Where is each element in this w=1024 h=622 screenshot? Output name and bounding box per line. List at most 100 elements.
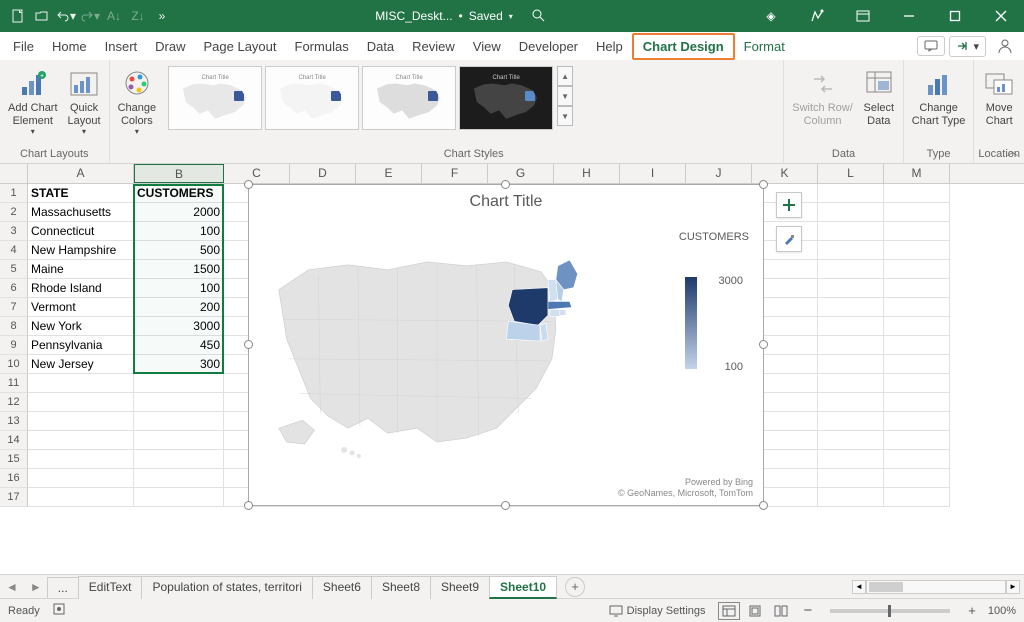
row-header-14[interactable]: 14 (0, 431, 28, 450)
cell-A8[interactable]: New York (28, 317, 134, 336)
resize-handle-tl[interactable] (244, 180, 253, 189)
col-header-B[interactable]: B (134, 164, 224, 183)
cell-A4[interactable]: New Hampshire (28, 241, 134, 260)
cell-L4[interactable] (818, 241, 884, 260)
cell-B7[interactable]: 200 (134, 298, 224, 317)
zoom-out[interactable]: − (804, 602, 813, 619)
cell-A2[interactable]: Massachusetts (28, 203, 134, 222)
col-header-E[interactable]: E (356, 164, 422, 183)
share-button[interactable]: ▾ (949, 36, 986, 57)
cell-M7[interactable] (884, 298, 950, 317)
add-chart-element-button[interactable]: + Add Chart Element ▾ (4, 66, 62, 138)
cell-M6[interactable] (884, 279, 950, 298)
add-sheet-button[interactable]: + (565, 577, 585, 597)
cell-B10[interactable]: 300 (134, 355, 224, 374)
maximize-button[interactable] (932, 0, 978, 32)
cell-B14[interactable] (134, 431, 224, 450)
tab-developer[interactable]: Developer (510, 35, 587, 58)
chart-style-3[interactable]: Chart Title (362, 66, 456, 130)
col-header-J[interactable]: J (686, 164, 752, 183)
resize-handle-bm[interactable] (501, 501, 510, 510)
col-header-D[interactable]: D (290, 164, 356, 183)
cell-M3[interactable] (884, 222, 950, 241)
sheet-tab-sheet9[interactable]: Sheet9 (430, 576, 490, 599)
cell-M1[interactable] (884, 184, 950, 203)
row-header-17[interactable]: 17 (0, 488, 28, 507)
zoom-slider[interactable] (830, 609, 950, 613)
cell-M16[interactable] (884, 469, 950, 488)
chart-style-2[interactable]: Chart Title (265, 66, 359, 130)
cell-A13[interactable] (28, 412, 134, 431)
tab-chart-design[interactable]: Chart Design (632, 33, 735, 60)
row-header-8[interactable]: 8 (0, 317, 28, 336)
cell-A5[interactable]: Maine (28, 260, 134, 279)
display-settings[interactable]: Display Settings (609, 605, 706, 617)
move-chart-button[interactable]: Move Chart (979, 66, 1019, 129)
ribbon-display-icon[interactable] (840, 0, 886, 32)
sheet-tab-sheet8[interactable]: Sheet8 (371, 576, 431, 599)
hscrollbar[interactable] (866, 580, 1006, 594)
search-icon[interactable] (531, 8, 545, 25)
change-chart-type-button[interactable]: Change Chart Type (908, 66, 970, 129)
sheet-tab-edittext[interactable]: EditText (78, 576, 143, 599)
cell-B17[interactable] (134, 488, 224, 507)
cell-A9[interactable]: Pennsylvania (28, 336, 134, 355)
col-header-C[interactable]: C (224, 164, 290, 183)
change-colors-button[interactable]: Change Colors ▾ (114, 66, 161, 138)
resize-handle-tm[interactable] (501, 180, 510, 189)
cell-L9[interactable] (818, 336, 884, 355)
col-header-I[interactable]: I (620, 164, 686, 183)
resize-handle-br[interactable] (759, 501, 768, 510)
cell-L6[interactable] (818, 279, 884, 298)
worksheet[interactable]: A B C D E F G H I J K L M 12345678910111… (0, 164, 1024, 574)
save-state[interactable]: Saved (469, 9, 503, 23)
row-header-4[interactable]: 4 (0, 241, 28, 260)
tab-insert[interactable]: Insert (96, 35, 147, 58)
resize-handle-tr[interactable] (759, 180, 768, 189)
row-header-7[interactable]: 7 (0, 298, 28, 317)
gallery-expand[interactable]: ▼ (557, 106, 573, 126)
cell-M5[interactable] (884, 260, 950, 279)
col-header-A[interactable]: A (28, 164, 134, 183)
cell-A16[interactable] (28, 469, 134, 488)
cell-A3[interactable]: Connecticut (28, 222, 134, 241)
row-header-15[interactable]: 15 (0, 450, 28, 469)
cell-L5[interactable] (818, 260, 884, 279)
chart-style-4[interactable]: Chart Title (459, 66, 553, 130)
cell-L3[interactable] (818, 222, 884, 241)
sheet-tab-overflow[interactable]: ... (47, 577, 79, 598)
cell-B16[interactable] (134, 469, 224, 488)
cell-L7[interactable] (818, 298, 884, 317)
row-header-12[interactable]: 12 (0, 393, 28, 412)
cell-B11[interactable] (134, 374, 224, 393)
row-header-6[interactable]: 6 (0, 279, 28, 298)
new-file-icon[interactable] (8, 6, 28, 26)
account-icon[interactable] (990, 34, 1020, 58)
col-header-M[interactable]: M (884, 164, 950, 183)
cell-B4[interactable]: 500 (134, 241, 224, 260)
cell-A6[interactable]: Rhode Island (28, 279, 134, 298)
col-header-H[interactable]: H (554, 164, 620, 183)
cell-M15[interactable] (884, 450, 950, 469)
sheet-nav-prev[interactable]: ◄ (0, 580, 24, 594)
close-button[interactable] (978, 0, 1024, 32)
cell-B12[interactable] (134, 393, 224, 412)
macro-record-icon[interactable] (52, 602, 66, 619)
cell-A10[interactable]: New Jersey (28, 355, 134, 374)
comments-button[interactable] (917, 36, 945, 56)
cell-M13[interactable] (884, 412, 950, 431)
cell-A17[interactable] (28, 488, 134, 507)
row-header-3[interactable]: 3 (0, 222, 28, 241)
cell-B5[interactable]: 1500 (134, 260, 224, 279)
hscroll-right[interactable]: ► (1006, 580, 1020, 594)
row-header-11[interactable]: 11 (0, 374, 28, 393)
tab-home[interactable]: Home (43, 35, 96, 58)
cell-B13[interactable] (134, 412, 224, 431)
zoom-value[interactable]: 100% (988, 605, 1016, 617)
gallery-scroll-down[interactable]: ▼ (557, 86, 573, 106)
resize-handle-bl[interactable] (244, 501, 253, 510)
cell-L11[interactable] (818, 374, 884, 393)
cell-A1[interactable]: STATE (28, 184, 134, 203)
tab-help[interactable]: Help (587, 35, 632, 58)
tab-data[interactable]: Data (358, 35, 403, 58)
